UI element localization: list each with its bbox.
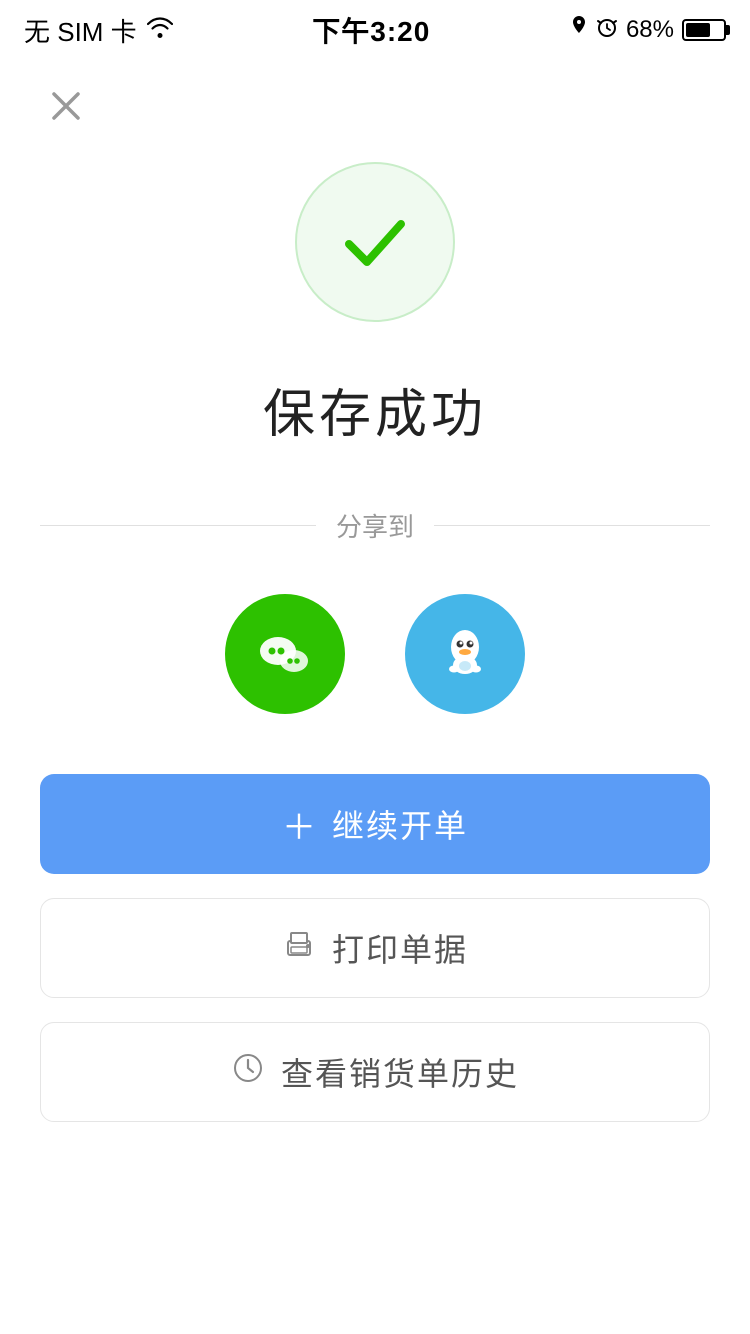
share-divider: 分享到 [40, 507, 710, 544]
divider-right [434, 525, 710, 526]
wifi-icon [147, 16, 173, 45]
history-label: 查看销货单历史 [281, 1049, 519, 1095]
print-label: 打印单据 [332, 925, 468, 971]
carrier-text: 无 SIM 卡 [24, 12, 137, 49]
alarm-icon [596, 16, 618, 45]
clock-icon [231, 1051, 265, 1094]
status-carrier: 无 SIM 卡 [24, 12, 173, 49]
divider-left [40, 525, 316, 526]
battery-icon [682, 19, 726, 41]
print-button[interactable]: 打印单据 [40, 898, 710, 998]
status-time: 下午3:20 [312, 10, 430, 50]
printer-icon [282, 927, 316, 970]
success-icon-circle [295, 162, 455, 322]
status-icons: 68% [570, 16, 726, 45]
share-section: 分享到 [40, 507, 710, 714]
action-buttons: ＋ 继续开单 打印单据 查看销货单历史 [40, 774, 710, 1122]
battery-percentage: 68% [626, 16, 674, 44]
main-content: 保存成功 分享到 [0, 60, 750, 1334]
wechat-share-button[interactable] [225, 594, 345, 714]
plus-icon: ＋ [282, 800, 316, 849]
share-label: 分享到 [336, 507, 414, 544]
close-button-container [40, 60, 710, 162]
location-icon [570, 16, 588, 45]
close-button[interactable] [40, 80, 92, 132]
continue-button[interactable]: ＋ 继续开单 [40, 774, 710, 874]
qq-share-button[interactable] [405, 594, 525, 714]
history-button[interactable]: 查看销货单历史 [40, 1022, 710, 1122]
share-icons-row [40, 594, 710, 714]
continue-label: 继续开单 [332, 801, 468, 847]
success-title: 保存成功 [263, 372, 487, 447]
status-bar: 无 SIM 卡 下午3:20 68% [0, 0, 750, 60]
